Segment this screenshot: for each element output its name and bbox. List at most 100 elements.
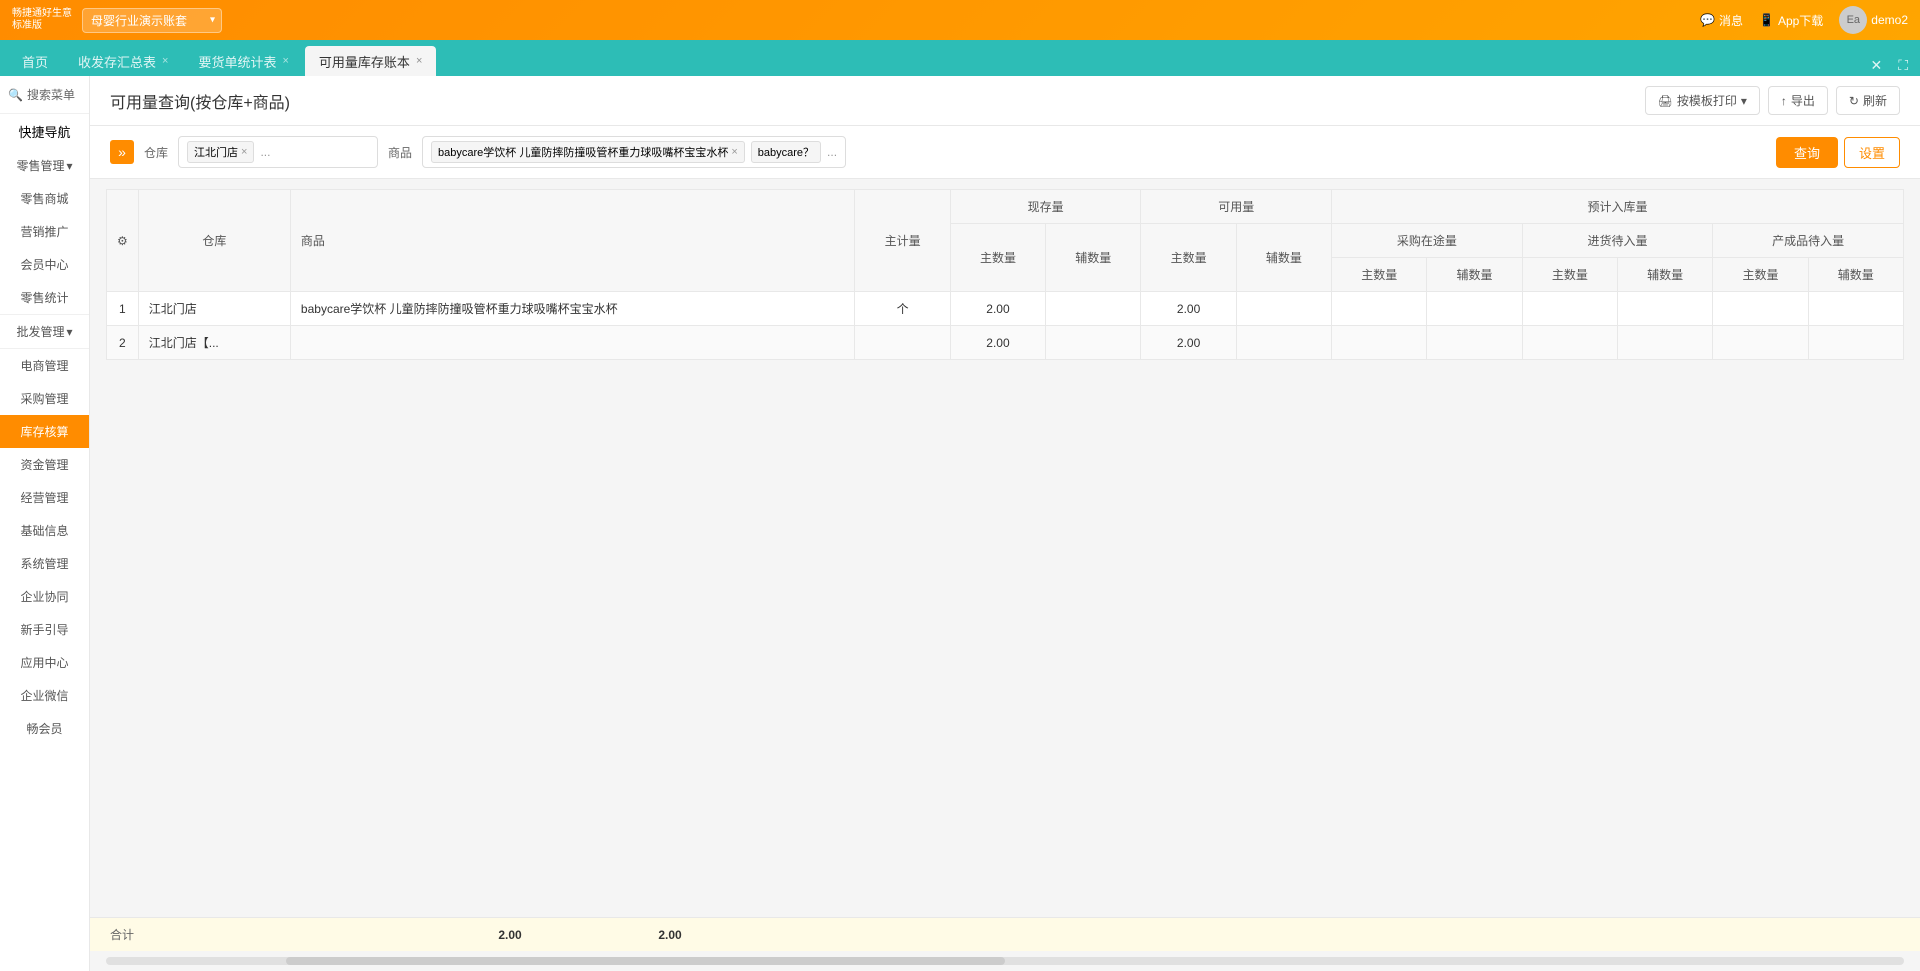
footer-label: 合计 [110, 926, 210, 943]
filter-expand-btn[interactable]: » [110, 140, 134, 164]
cell-production-aux [1808, 292, 1903, 326]
sidebar-item-operations[interactable]: 经营管理 [0, 481, 89, 514]
footer-bar: 合计 2.00 2.00 [90, 917, 1920, 951]
scrollbar-area[interactable] [90, 951, 1920, 971]
main-layout: 🔍 搜索菜单 快捷导航 零售管理 零售商城 营销推广 会员中心 零售统计 批发管… [0, 76, 1920, 971]
footer-available-aux [710, 928, 790, 942]
cell-available-aux [1236, 326, 1331, 360]
export-label: 导出 [1791, 92, 1815, 109]
tab-order-stats-label: 要货单统计表 [198, 52, 276, 71]
refresh-btn[interactable]: ↻ 刷新 [1836, 86, 1900, 115]
sidebar-item-finance[interactable]: 资金管理 [0, 448, 89, 481]
sidebar-item-retail-stats[interactable]: 零售统计 [0, 281, 89, 314]
product-tag-label: babycare学饮杯 儿童防摔防撞吸管杯重力球吸嘴杯宝宝水杯 [438, 144, 728, 160]
th-incoming-main: 主数量 [1522, 258, 1617, 292]
th-available: 可用量 [1141, 190, 1332, 224]
tab-order-stats[interactable]: 要货单统计表 × [184, 46, 302, 76]
data-table: ⚙ 仓库 商品 主计量 现存量 可用量 预计入库量 主数量 辅数量 主数量 辅数… [106, 189, 1904, 360]
product-more-btn[interactable]: ... [827, 145, 837, 159]
warehouse-filter-input[interactable]: 江北门店 × ... [178, 136, 378, 168]
tab-order-stats-close[interactable]: × [282, 55, 288, 67]
tab-receivable-close[interactable]: × [162, 55, 168, 67]
sidebar-item-member-center[interactable]: 会员中心 [0, 248, 89, 281]
user-avatar-btn[interactable]: Ea demo2 [1839, 6, 1908, 34]
sidebar-item-collab[interactable]: 企业协同 [0, 580, 89, 613]
org-name: 母婴行业演示账套 [91, 14, 187, 28]
nav-tabs-right: ✕ ⛶ [1866, 55, 1912, 76]
print-btn[interactable]: 🖨 按模板打印 ▾ [1645, 86, 1760, 115]
th-purchase-aux: 辅数量 [1427, 258, 1522, 292]
top-bar-left: 畅捷通好生意 标准版 母婴行业演示账套 ▾ [12, 8, 222, 33]
sidebar-retail-header[interactable]: 零售管理 [0, 149, 89, 182]
page-title: 可用量查询(按仓库+商品) [110, 89, 290, 113]
warehouse-tag-remove[interactable]: × [241, 146, 247, 158]
tab-home-label: 首页 [22, 52, 48, 71]
th-production-aux: 辅数量 [1808, 258, 1903, 292]
product-filter-input[interactable]: babycare学饮杯 儿童防摔防撞吸管杯重力球吸嘴杯宝宝水杯 × babyca… [422, 136, 846, 168]
sidebar-item-guide[interactable]: 新手引导 [0, 613, 89, 646]
sidebar-item-inventory[interactable]: 库存核算 [0, 415, 89, 448]
scrollbar-track[interactable] [106, 957, 1904, 965]
cell-current-main: 2.00 [950, 292, 1045, 326]
cell-current-aux [1046, 292, 1141, 326]
sidebar-wholesale-header[interactable]: 批发管理 [0, 315, 89, 348]
query-btn[interactable]: 查询 [1776, 137, 1838, 168]
export-btn[interactable]: ↑ 导出 [1768, 86, 1828, 115]
tab-inventory-book[interactable]: 可用量库存账本 × [305, 46, 436, 76]
scrollbar-thumb[interactable] [286, 957, 1005, 965]
product-tag-babycare: babycare学饮杯 儿童防摔防撞吸管杯重力球吸嘴杯宝宝水杯 × [431, 141, 745, 163]
footer-current-aux [550, 928, 630, 942]
search-icon: 🔍 [8, 88, 23, 102]
th-settings[interactable]: ⚙ [107, 190, 139, 292]
cell-incoming-main [1522, 292, 1617, 326]
th-current-stock: 现存量 [950, 190, 1141, 224]
tab-expand-btn[interactable]: ⛶ [1894, 55, 1912, 76]
warehouse-more-btn[interactable]: ... [260, 145, 270, 159]
footer-current-main: 2.00 [470, 928, 550, 942]
app-download-btn[interactable]: 📱 App下载 [1759, 12, 1823, 29]
message-label: 消息 [1719, 12, 1743, 29]
cell-warehouse: 江北门店【... [138, 326, 290, 360]
logo-line2: 标准版 [12, 20, 72, 32]
setting-btn[interactable]: 设置 [1844, 137, 1900, 168]
refresh-label: 刷新 [1863, 92, 1887, 109]
cell-product: babycare学饮杯 儿童防摔防撞吸管杯重力球吸嘴杯宝宝水杯 [290, 292, 855, 326]
app-download-label: App下载 [1778, 12, 1823, 29]
sidebar-search[interactable]: 🔍 搜索菜单 [0, 76, 89, 114]
th-purchase-main: 主数量 [1332, 258, 1427, 292]
sidebar-item-marketing[interactable]: 营销推广 [0, 215, 89, 248]
cell-current-aux [1046, 326, 1141, 360]
sidebar-quicknav-label: 快捷导航 [18, 125, 70, 140]
logo-line1: 畅捷通好生意 [12, 8, 72, 20]
sidebar-item-basic[interactable]: 基础信息 [0, 514, 89, 547]
sidebar-item-purchase[interactable]: 采购管理 [0, 382, 89, 415]
sidebar-item-appstore[interactable]: 应用中心 [0, 646, 89, 679]
org-selector[interactable]: 母婴行业演示账套 ▾ [82, 8, 222, 33]
th-warehouse: 仓库 [138, 190, 290, 292]
sidebar-wholesale-label: 批发管理 [16, 323, 64, 340]
print-chevron-icon: ▾ [1741, 94, 1747, 108]
product-tag-remove[interactable]: × [731, 146, 737, 158]
cell-purchase-main [1332, 292, 1427, 326]
sidebar-item-ecommerce[interactable]: 电商管理 [0, 349, 89, 382]
tab-receivable[interactable]: 收发存汇总表 × [64, 46, 182, 76]
footer-available-main: 2.00 [630, 928, 710, 942]
sidebar-item-wechat[interactable]: 企业微信 [0, 679, 89, 712]
th-current-main-qty: 主数量 [950, 224, 1045, 292]
sidebar-item-member[interactable]: 畅会员 [0, 712, 89, 745]
top-bar: 畅捷通好生意 标准版 母婴行业演示账套 ▾ 💬 消息 📱 App下载 Ea de… [0, 0, 1920, 40]
cell-available-main: 2.00 [1141, 326, 1236, 360]
sidebar-item-system[interactable]: 系统管理 [0, 547, 89, 580]
th-available-main-qty: 主数量 [1141, 224, 1236, 292]
content-area: 可用量查询(按仓库+商品) 🖨 按模板打印 ▾ ↑ 导出 ↻ 刷新 » [90, 76, 1920, 971]
cell-available-main: 2.00 [1141, 292, 1236, 326]
tab-close-all-btn[interactable]: ✕ [1866, 55, 1886, 76]
tab-home[interactable]: 首页 [8, 46, 62, 76]
sidebar-item-quicknav[interactable]: 快捷导航 [0, 114, 89, 149]
message-btn[interactable]: 💬 消息 [1700, 12, 1743, 29]
message-icon: 💬 [1700, 13, 1715, 27]
cell-incoming-aux [1617, 326, 1712, 360]
cell-available-aux [1236, 292, 1331, 326]
tab-inventory-book-close[interactable]: × [416, 55, 422, 67]
sidebar-item-retail-store[interactable]: 零售商城 [0, 182, 89, 215]
